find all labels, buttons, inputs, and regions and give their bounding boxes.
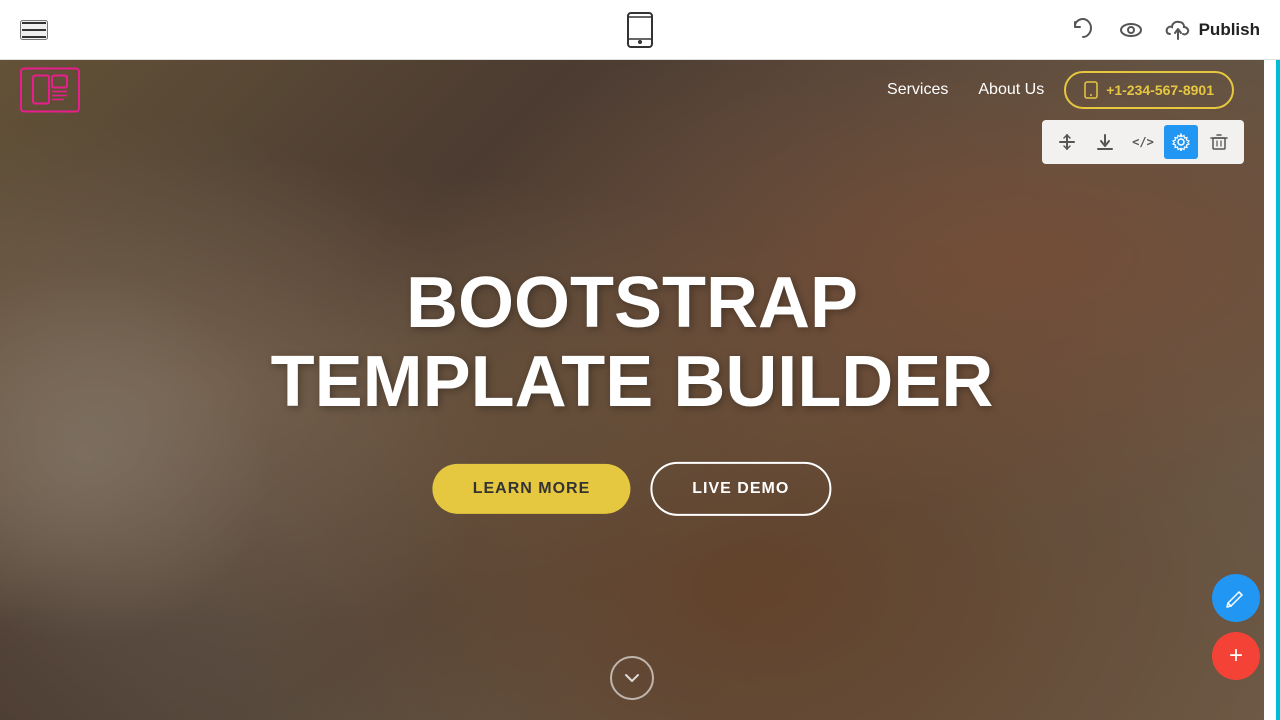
preview-button[interactable] [1117, 16, 1145, 44]
hamburger-menu-button[interactable] [20, 20, 48, 40]
mobile-icon [626, 12, 654, 48]
edit-fab-button[interactable] [1212, 574, 1260, 622]
hamburger-line [22, 22, 46, 24]
hamburger-line [22, 36, 46, 38]
section-toolbar: </> [1042, 120, 1244, 164]
hamburger-line [22, 29, 46, 31]
settings-section-button[interactable] [1164, 125, 1198, 159]
toolbar-center [626, 12, 654, 48]
mobile-view-button[interactable] [626, 12, 654, 48]
hero-navbar: Services About Us +1-234-567-8901 [0, 60, 1264, 120]
logo [20, 68, 80, 113]
move-icon [1058, 133, 1076, 151]
nav-links: Services About Us [887, 81, 1044, 99]
download-section-button[interactable] [1088, 125, 1122, 159]
cloud-upload-icon [1165, 17, 1191, 43]
phone-number: +1-234-567-8901 [1106, 82, 1214, 98]
phone-nav-button[interactable]: +1-234-567-8901 [1064, 71, 1234, 109]
add-icon: + [1229, 642, 1243, 670]
hero-title: BOOTSTRAP TEMPLATE BUILDER [126, 264, 1137, 422]
trash-icon [1210, 133, 1228, 151]
nav-about[interactable]: About Us [978, 81, 1044, 99]
delete-section-button[interactable] [1202, 125, 1236, 159]
right-edge-indicator [1276, 60, 1280, 720]
hero-section: Services About Us +1-234-567-8901 [0, 60, 1264, 720]
canvas: Services About Us +1-234-567-8901 [0, 60, 1264, 720]
download-icon [1096, 133, 1114, 151]
chevron-down-icon [622, 668, 642, 688]
hero-title-line1: BOOTSTRAP [406, 263, 858, 343]
toolbar-right: Publish [1069, 16, 1260, 44]
publish-label: Publish [1199, 20, 1260, 40]
move-section-button[interactable] [1050, 125, 1084, 159]
hero-content: BOOTSTRAP TEMPLATE BUILDER LEARN MORE LI… [126, 264, 1137, 516]
code-section-button[interactable]: </> [1126, 125, 1160, 159]
main-area: Services About Us +1-234-567-8901 [0, 60, 1280, 720]
hero-title-line2: TEMPLATE BUILDER [271, 342, 994, 422]
pencil-icon [1225, 587, 1247, 609]
logo-icon [32, 74, 68, 106]
toolbar-left [20, 20, 48, 40]
publish-button[interactable]: Publish [1165, 17, 1260, 43]
learn-more-button[interactable]: LEARN MORE [433, 464, 631, 514]
undo-icon [1069, 16, 1097, 44]
gear-icon [1172, 133, 1190, 151]
phone-icon [1084, 81, 1098, 99]
hero-buttons: LEARN MORE LIVE DEMO [126, 462, 1137, 516]
live-demo-button[interactable]: LIVE DEMO [650, 462, 831, 516]
undo-button[interactable] [1069, 16, 1097, 44]
top-toolbar: Publish [0, 0, 1280, 60]
scroll-down-button[interactable] [610, 656, 654, 700]
nav-services[interactable]: Services [887, 81, 948, 99]
fab-area: + [1212, 574, 1260, 680]
eye-icon [1117, 16, 1145, 44]
add-fab-button[interactable]: + [1212, 632, 1260, 680]
